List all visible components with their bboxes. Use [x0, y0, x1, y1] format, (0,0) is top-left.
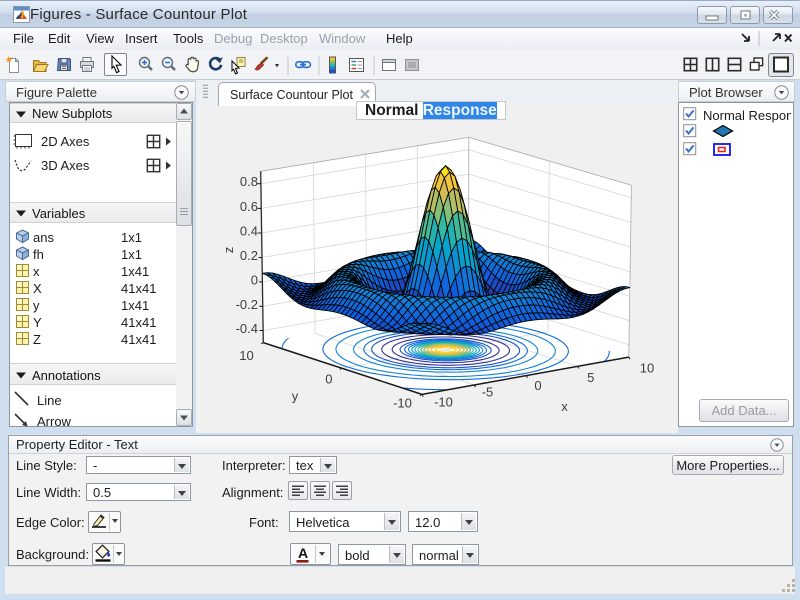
svg-text:z: z	[221, 247, 236, 254]
svg-text:-10: -10	[393, 396, 412, 411]
svg-text:y: y	[292, 389, 299, 404]
svg-text:-0.2: -0.2	[236, 297, 258, 312]
svg-text:-10: -10	[434, 395, 453, 410]
svg-text:A: A	[298, 545, 308, 561]
svg-text:0: 0	[534, 378, 541, 393]
svg-text:0.6: 0.6	[240, 199, 258, 214]
svg-text:0.4: 0.4	[240, 224, 258, 239]
svg-text:10: 10	[640, 361, 654, 376]
svg-text:0.2: 0.2	[240, 248, 258, 263]
svg-text:x: x	[561, 399, 568, 414]
svg-text:5: 5	[587, 370, 594, 385]
svg-text:0: 0	[251, 272, 258, 287]
svg-text:-0.4: -0.4	[236, 321, 258, 336]
svg-text:10: 10	[239, 348, 253, 363]
svg-text:0: 0	[325, 372, 332, 387]
svg-text:-5: -5	[482, 385, 494, 400]
svg-text:0.8: 0.8	[240, 174, 258, 189]
